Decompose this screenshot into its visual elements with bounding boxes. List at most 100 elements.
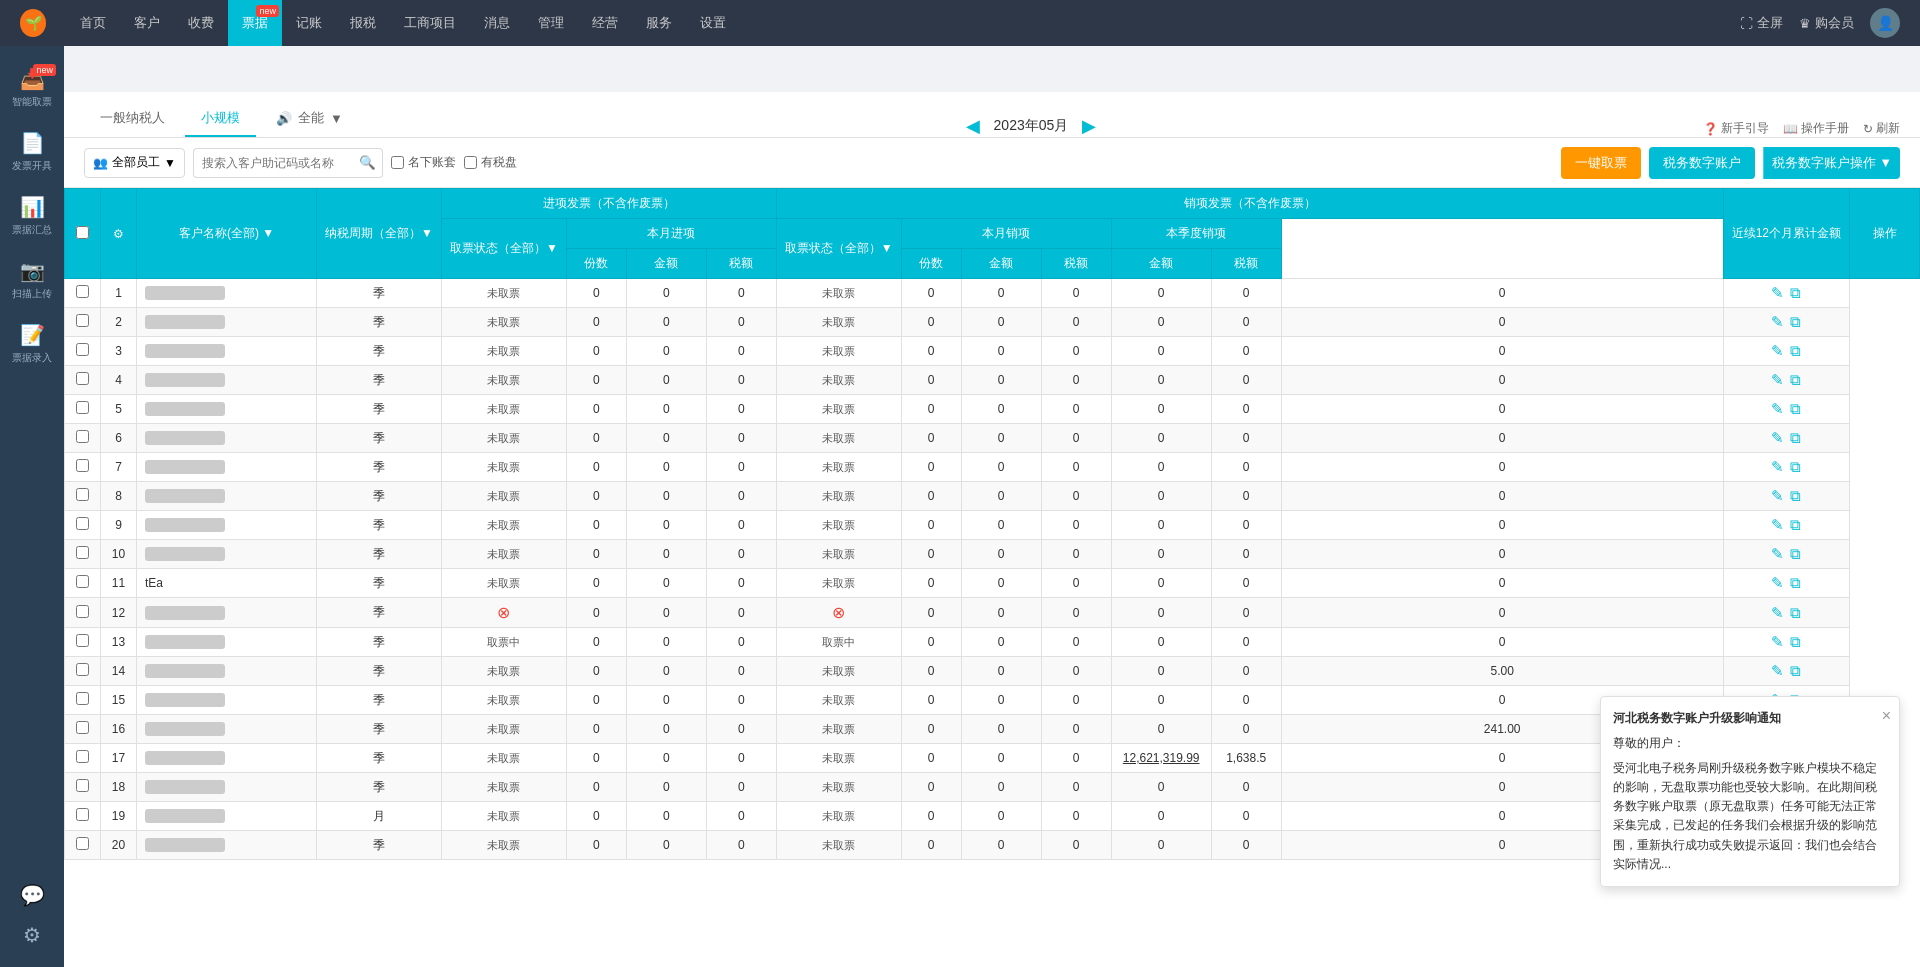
copy-icon[interactable]: ⧉ [1790,662,1801,680]
select-all-checkbox[interactable] [76,226,89,239]
nav-message[interactable]: 消息 [470,0,524,46]
row-checkbox[interactable] [65,424,101,453]
copy-icon[interactable]: ⧉ [1790,487,1801,505]
app-logo[interactable]: 🌱 [10,0,56,46]
tab-all-capability[interactable]: 🔊 全能 ▼ [260,101,359,137]
sidebar-settings-icon[interactable]: ⚙ [23,923,41,947]
edit-icon[interactable]: ✎ [1771,633,1784,651]
row-checkbox[interactable] [65,744,101,773]
nav-manage[interactable]: 管理 [524,0,578,46]
edit-icon[interactable]: ✎ [1771,284,1784,302]
edit-icon[interactable]: ✎ [1771,429,1784,447]
row-check[interactable] [76,546,89,559]
row-check[interactable] [76,343,89,356]
digital-tax-dropdown-btn[interactable]: 税务数字账户操作 ▼ [1763,147,1900,179]
copy-icon[interactable]: ⧉ [1790,284,1801,302]
row-check[interactable] [76,837,89,850]
employee-filter-select[interactable]: 👥 全部员工 ▼ [84,148,185,178]
row-checkbox[interactable] [65,628,101,657]
sidebar-item-ticket-summary[interactable]: 📊 票据汇总 [0,184,64,248]
nav-home[interactable]: 首页 [66,0,120,46]
row-checkbox[interactable] [65,598,101,628]
copy-icon[interactable]: ⧉ [1790,574,1801,592]
row-check[interactable] [76,779,89,792]
row-checkbox[interactable] [65,511,101,540]
edit-icon[interactable]: ✎ [1771,458,1784,476]
edit-icon[interactable]: ✎ [1771,487,1784,505]
edit-icon[interactable]: ✎ [1771,604,1784,622]
nav-bookkeeping[interactable]: 记账 [282,0,336,46]
edit-icon[interactable]: ✎ [1771,545,1784,563]
row-check[interactable] [76,430,89,443]
user-avatar[interactable]: 👤 [1870,8,1900,38]
row-check[interactable] [76,372,89,385]
nav-operation[interactable]: 经营 [578,0,632,46]
copy-icon[interactable]: ⧉ [1790,342,1801,360]
copy-icon[interactable]: ⧉ [1790,458,1801,476]
row-checkbox[interactable] [65,831,101,860]
edit-icon[interactable]: ✎ [1771,662,1784,680]
sidebar-item-ticket-entry[interactable]: 📝 票据录入 [0,312,64,376]
row-check[interactable] [76,721,89,734]
row-check[interactable] [76,517,89,530]
nav-settings[interactable]: 设置 [686,0,740,46]
has-taxboard-checkbox[interactable]: 有税盘 [464,154,517,171]
row-checkbox[interactable] [65,569,101,598]
sidebar-item-invoice-open[interactable]: 📄 发票开具 [0,120,64,184]
sidebar-message-icon[interactable]: 💬 [20,883,45,907]
copy-icon[interactable]: ⧉ [1790,516,1801,534]
manual-btn[interactable]: 📖 操作手册 [1783,120,1849,137]
name-account-checkbox[interactable]: 名下账套 [391,154,456,171]
sidebar-item-scan-upload[interactable]: 📷 扫描上传 [0,248,64,312]
nav-service[interactable]: 服务 [632,0,686,46]
row-checkbox[interactable] [65,773,101,802]
one-click-ticket-btn[interactable]: 一键取票 [1561,147,1641,179]
digital-tax-account-btn[interactable]: 税务数字账户 [1649,147,1755,179]
row-check[interactable] [76,605,89,618]
sidebar-item-smart-ticket[interactable]: 📥 智能取票 new [0,56,64,120]
nav-ticket[interactable]: 票据 new [228,0,282,46]
copy-icon[interactable]: ⧉ [1790,371,1801,389]
row-checkbox[interactable] [65,715,101,744]
row-check[interactable] [76,663,89,676]
row-checkbox[interactable] [65,686,101,715]
row-checkbox[interactable] [65,366,101,395]
row-check[interactable] [76,750,89,763]
row-check[interactable] [76,808,89,821]
has-taxboard-check[interactable] [464,156,477,169]
popup-close-btn[interactable]: × [1882,703,1891,729]
row-checkbox[interactable] [65,482,101,511]
row-checkbox[interactable] [65,540,101,569]
row-checkbox[interactable] [65,657,101,686]
row-checkbox[interactable] [65,279,101,308]
copy-icon[interactable]: ⧉ [1790,604,1801,622]
edit-icon[interactable]: ✎ [1771,371,1784,389]
copy-icon[interactable]: ⧉ [1790,429,1801,447]
search-button[interactable]: 🔍 [353,148,383,178]
nav-tax[interactable]: 报税 [336,0,390,46]
edit-icon[interactable]: ✎ [1771,342,1784,360]
copy-icon[interactable]: ⧉ [1790,633,1801,651]
prev-month-btn[interactable]: ◀ [966,115,980,137]
row-checkbox[interactable] [65,337,101,366]
tab-small-scale[interactable]: 小规模 [185,101,256,137]
copy-icon[interactable]: ⧉ [1790,313,1801,331]
nav-business[interactable]: 工商项目 [390,0,470,46]
edit-icon[interactable]: ✎ [1771,400,1784,418]
row-checkbox[interactable] [65,308,101,337]
row-check[interactable] [76,401,89,414]
search-input[interactable] [193,148,353,178]
row-check[interactable] [76,692,89,705]
row-checkbox[interactable] [65,802,101,831]
edit-icon[interactable]: ✎ [1771,516,1784,534]
row-check[interactable] [76,285,89,298]
new-guide-btn[interactable]: ❓ 新手引导 [1703,120,1769,137]
edit-icon[interactable]: ✎ [1771,574,1784,592]
row-check[interactable] [76,314,89,327]
copy-icon[interactable]: ⧉ [1790,545,1801,563]
member-btn[interactable]: ♛ 购会员 [1799,14,1854,32]
fullscreen-btn[interactable]: ⛶ 全屏 [1740,14,1783,32]
row-check[interactable] [76,575,89,588]
row-check[interactable] [76,459,89,472]
row-check[interactable] [76,488,89,501]
